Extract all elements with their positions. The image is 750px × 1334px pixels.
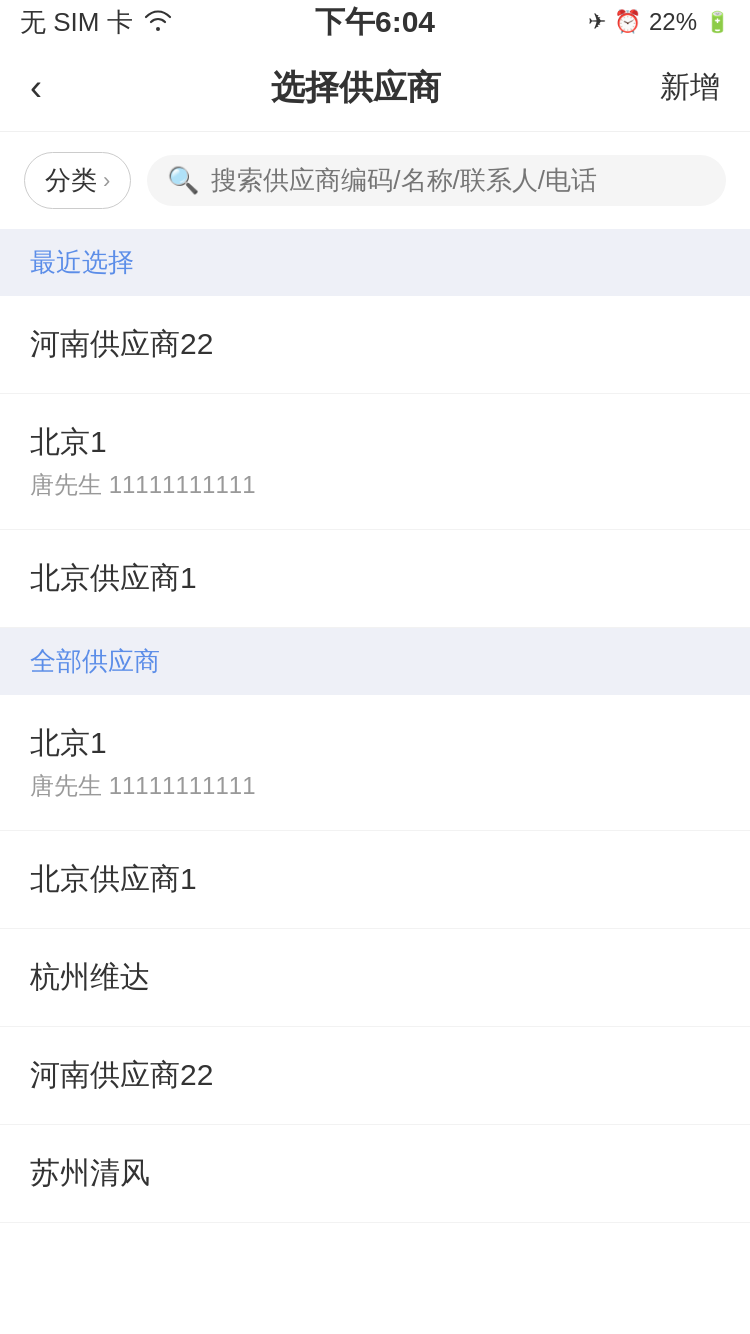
- back-button[interactable]: ‹: [30, 57, 52, 119]
- status-left: 无 SIM 卡: [20, 5, 173, 40]
- category-label: 分类: [45, 163, 97, 198]
- item-name: 河南供应商22: [30, 324, 720, 365]
- status-right: ✈ ⏰ 22% 🔋: [588, 8, 730, 36]
- list-item[interactable]: 北京1 唐先生 11111111111: [0, 695, 750, 831]
- status-time: 下午6:04: [315, 2, 435, 43]
- carrier-text: 无 SIM 卡: [20, 5, 133, 40]
- chevron-right-icon: ›: [103, 168, 110, 194]
- list-item[interactable]: 河南供应商22: [0, 296, 750, 394]
- nav-bar: ‹ 选择供应商 新增: [0, 44, 750, 132]
- item-name: 北京供应商1: [30, 558, 720, 599]
- status-bar: 无 SIM 卡 下午6:04 ✈ ⏰ 22% 🔋: [0, 0, 750, 44]
- list-item[interactable]: 北京供应商1: [0, 831, 750, 929]
- search-icon: 🔍: [167, 165, 199, 196]
- all-section-header: 全部供应商: [0, 628, 750, 695]
- list-item[interactable]: 杭州维达: [0, 929, 750, 1027]
- item-sub: 唐先生 11111111111: [30, 770, 720, 802]
- list-item[interactable]: 北京供应商1: [0, 530, 750, 628]
- list-item[interactable]: 北京1 唐先生 11111111111: [0, 394, 750, 530]
- battery-text: 22%: [649, 8, 697, 36]
- item-name: 杭州维达: [30, 957, 720, 998]
- recent-section-label: 最近选择: [30, 247, 134, 277]
- add-button[interactable]: 新增: [660, 67, 720, 108]
- list-item[interactable]: 苏州清风: [0, 1125, 750, 1223]
- search-input[interactable]: [211, 165, 706, 196]
- item-name: 北京1: [30, 723, 720, 764]
- item-name: 北京供应商1: [30, 859, 720, 900]
- all-list: 北京1 唐先生 11111111111 北京供应商1 杭州维达河南供应商22 苏州清风: [0, 695, 750, 1223]
- all-section-label: 全部供应商: [30, 646, 160, 676]
- item-name: 河南供应商22: [30, 1055, 720, 1096]
- item-name: 北京1: [30, 422, 720, 463]
- page-title: 选择供应商: [271, 65, 441, 111]
- location-icon: ✈: [588, 9, 606, 35]
- item-name: 苏州清风: [30, 1153, 720, 1194]
- wifi-icon: [143, 7, 173, 38]
- battery-icon: 🔋: [705, 10, 730, 34]
- search-input-wrap: 🔍: [147, 155, 726, 206]
- item-sub: 唐先生 11111111111: [30, 469, 720, 501]
- search-area: 分类 › 🔍: [0, 132, 750, 229]
- list-item[interactable]: 河南供应商22: [0, 1027, 750, 1125]
- recent-section-header: 最近选择: [0, 229, 750, 296]
- recent-list: 河南供应商22 北京1 唐先生 11111111111 北京供应商1: [0, 296, 750, 628]
- alarm-icon: ⏰: [614, 9, 641, 35]
- category-button[interactable]: 分类 ›: [24, 152, 131, 209]
